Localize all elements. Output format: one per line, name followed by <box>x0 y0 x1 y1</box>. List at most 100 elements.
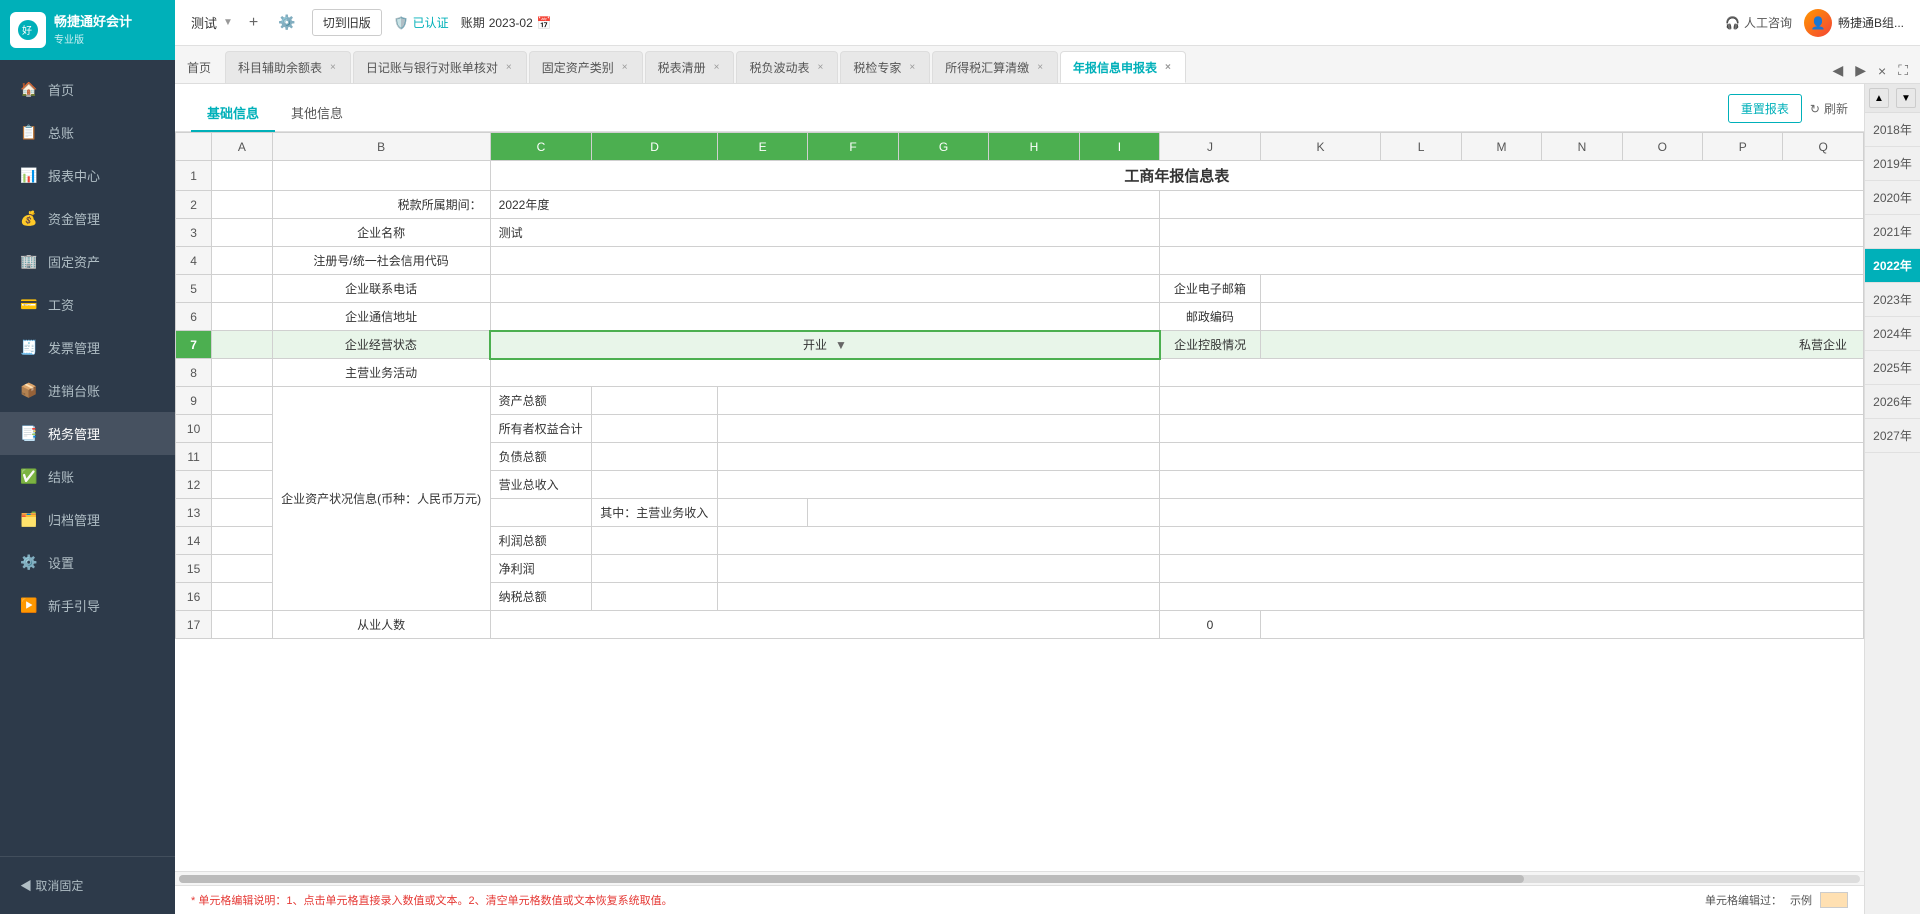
cell-17-C[interactable] <box>490 611 1160 639</box>
cell-13-A[interactable] <box>212 499 272 527</box>
tab-income-tax[interactable]: 所得税汇算清缴 × <box>932 51 1058 83</box>
calendar-icon[interactable]: 📅 <box>537 16 552 30</box>
sidebar-item-tax[interactable]: 📑 税务管理 <box>0 412 175 455</box>
sidebar-item-assets[interactable]: 🏢 固定资产 <box>0 240 175 283</box>
cell-16-rest[interactable] <box>717 583 1159 611</box>
cell-5-C[interactable] <box>490 275 1160 303</box>
cell-11-C[interactable]: 负债总额 <box>490 443 592 471</box>
tab-income-tax-close[interactable]: × <box>1035 61 1045 74</box>
workspace-selector[interactable]: 测试 ▼ <box>191 13 233 32</box>
cell-16-right[interactable] <box>1160 583 1864 611</box>
workspace-dropdown-icon[interactable]: ▼ <box>223 17 233 28</box>
cell-11-D[interactable] <box>592 443 718 471</box>
col-header-C[interactable]: C <box>490 133 592 161</box>
add-tab-button[interactable]: + <box>245 10 262 36</box>
cell-12-rest[interactable] <box>717 471 1159 499</box>
sidebar-item-guide[interactable]: ▶️ 新手引导 <box>0 584 175 627</box>
cell-1-A[interactable] <box>212 161 272 191</box>
sidebar-item-ledger[interactable]: 📋 总账 <box>0 111 175 154</box>
cell-17-right[interactable] <box>1260 611 1863 639</box>
cell-10-C[interactable]: 所有者权益合计 <box>490 415 592 443</box>
cell-6-J[interactable]: 邮政编码 <box>1160 303 1261 331</box>
cell-3-A[interactable] <box>212 219 272 247</box>
user-info[interactable]: 👤 畅捷通B组... <box>1804 9 1904 37</box>
cell-13-right[interactable] <box>1160 499 1864 527</box>
col-header-E[interactable]: E <box>717 133 807 161</box>
sidebar-item-home[interactable]: 🏠 首页 <box>0 68 175 111</box>
cell-11-right[interactable] <box>1160 443 1864 471</box>
col-header-I[interactable]: I <box>1079 133 1159 161</box>
cell-8-C[interactable] <box>490 359 1160 387</box>
tab-next-button[interactable]: ▶ <box>1851 58 1870 83</box>
year-scroll-down-button[interactable]: ▼ <box>1896 88 1916 108</box>
cell-8-rest[interactable] <box>1160 359 1864 387</box>
cell-7-C-dropdown[interactable]: 开业 ▼ <box>490 331 1160 359</box>
cell-11-rest[interactable] <box>717 443 1159 471</box>
sidebar-item-salary[interactable]: 💳 工资 <box>0 283 175 326</box>
year-item-2025[interactable]: 2025年 <box>1865 351 1920 385</box>
year-item-2022[interactable]: 2022年 <box>1865 249 1920 283</box>
cell-2-B[interactable]: 税款所属期间： <box>272 191 490 219</box>
col-header-J[interactable]: J <box>1160 133 1261 161</box>
cell-10-D[interactable] <box>592 415 718 443</box>
col-header-A[interactable]: A <box>212 133 272 161</box>
col-header-O[interactable]: O <box>1622 133 1702 161</box>
cell-3-C[interactable]: 测试 <box>490 219 1160 247</box>
cell-6-K[interactable] <box>1260 303 1863 331</box>
col-header-N[interactable]: N <box>1542 133 1622 161</box>
cell-4-C[interactable] <box>490 247 1160 275</box>
tab-tax-clear-close[interactable]: × <box>712 61 722 74</box>
tab-prev-button[interactable]: ◀ <box>1828 58 1847 83</box>
cell-1-B[interactable] <box>272 161 490 191</box>
sidebar-item-closing[interactable]: ✅ 结账 <box>0 455 175 498</box>
cell-3-B[interactable]: 企业名称 <box>272 219 490 247</box>
cell-5-K[interactable] <box>1260 275 1863 303</box>
refresh-button[interactable]: ↻ 刷新 <box>1810 94 1848 123</box>
col-header-G[interactable]: G <box>898 133 988 161</box>
cell-15-rest[interactable] <box>717 555 1159 583</box>
cell-9-right[interactable] <box>1160 387 1864 415</box>
tab-home[interactable]: 首页 <box>175 51 223 83</box>
reset-button[interactable]: 重置报表 <box>1728 94 1802 123</box>
cell-5-A[interactable] <box>212 275 272 303</box>
cell-10-rest[interactable] <box>717 415 1159 443</box>
cell-11-A[interactable] <box>212 443 272 471</box>
cell-1-title[interactable]: 工商年报信息表 <box>490 161 1863 191</box>
cancel-fixed-btn[interactable]: ◀ 取消固定 <box>0 867 175 904</box>
year-item-2027[interactable]: 2027年 <box>1865 419 1920 453</box>
cell-2-rest[interactable] <box>1160 191 1864 219</box>
col-header-K[interactable]: K <box>1260 133 1381 161</box>
tab-bank-rec-close[interactable]: × <box>504 61 514 74</box>
cell-4-A[interactable] <box>212 247 272 275</box>
cell-5-J[interactable]: 企业电子邮箱 <box>1160 275 1261 303</box>
cell-13-rest[interactable] <box>808 499 1160 527</box>
cell-12-C[interactable]: 营业总收入 <box>490 471 592 499</box>
cell-9-rest[interactable] <box>717 387 1159 415</box>
tab-aux-balance-close[interactable]: × <box>328 61 338 74</box>
tab-tax-expert[interactable]: 税检专家 × <box>840 51 930 83</box>
h-scrollbar-track[interactable] <box>179 875 1860 883</box>
cell-14-right[interactable] <box>1160 527 1864 555</box>
cell-2-A[interactable] <box>212 191 272 219</box>
year-item-2019[interactable]: 2019年 <box>1865 147 1920 181</box>
cell-13-D[interactable]: 其中：主营业务收入 <box>592 499 718 527</box>
cell-12-A[interactable] <box>212 471 272 499</box>
cell-8-A[interactable] <box>212 359 272 387</box>
tab-fixed-cat-close[interactable]: × <box>620 61 630 74</box>
cell-5-B[interactable]: 企业联系电话 <box>272 275 490 303</box>
year-item-2026[interactable]: 2026年 <box>1865 385 1920 419</box>
col-header-Q[interactable]: Q <box>1783 133 1864 161</box>
cell-17-J[interactable]: 0 <box>1160 611 1261 639</box>
cell-6-A[interactable] <box>212 303 272 331</box>
tab-tax-clear[interactable]: 税表清册 × <box>645 51 735 83</box>
cell-14-C[interactable]: 利润总额 <box>490 527 592 555</box>
h-scrollbar-thumb[interactable] <box>179 875 1524 883</box>
cell-16-D[interactable] <box>592 583 718 611</box>
year-item-2018[interactable]: 2018年 <box>1865 113 1920 147</box>
cell-15-D[interactable] <box>592 555 718 583</box>
year-item-2021[interactable]: 2021年 <box>1865 215 1920 249</box>
sidebar-item-settings[interactable]: ⚙️ 设置 <box>0 541 175 584</box>
cell-15-C[interactable]: 净利润 <box>490 555 592 583</box>
cell-4-rest[interactable] <box>1160 247 1864 275</box>
subtab-other[interactable]: 其他信息 <box>275 95 359 132</box>
